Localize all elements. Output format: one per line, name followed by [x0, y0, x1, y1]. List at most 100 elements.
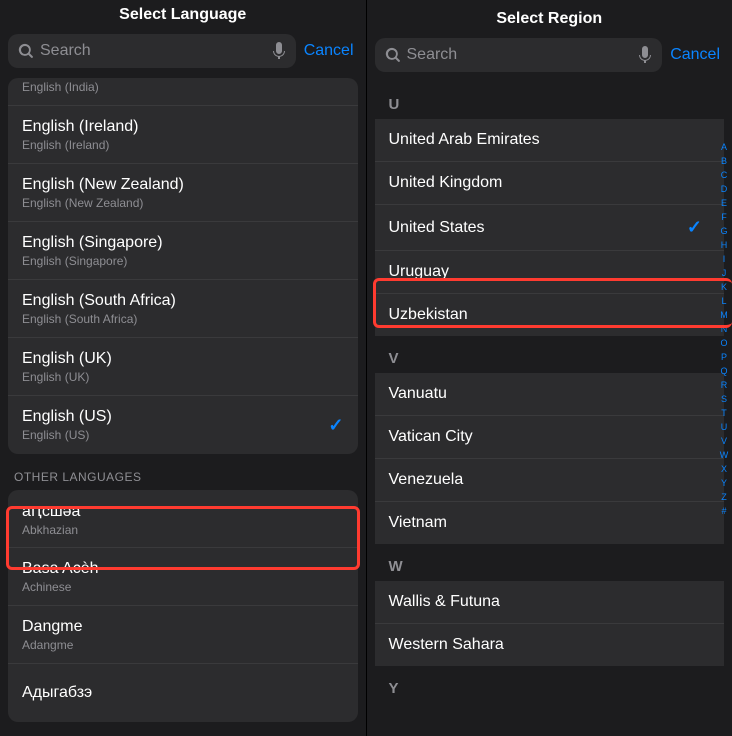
- index-letter[interactable]: U: [718, 420, 730, 434]
- language-header: Select Language: [0, 0, 366, 34]
- language-item-title: аԥсшәа: [22, 501, 344, 521]
- index-letter[interactable]: W: [718, 448, 730, 462]
- language-item[interactable]: English (India) English (India): [8, 78, 358, 106]
- index-letter[interactable]: Y: [718, 476, 730, 490]
- region-item-title: United States: [389, 219, 485, 237]
- region-list[interactable]: UUnited Arab EmiratesUnited KingdomUnite…: [367, 82, 732, 736]
- index-letter[interactable]: T: [718, 406, 730, 420]
- region-title: Select Region: [383, 10, 717, 28]
- region-group: United Arab Emirates United Kingdom United…: [375, 119, 725, 336]
- search-icon: [385, 47, 401, 63]
- region-item[interactable]: United States ✓: [375, 205, 725, 251]
- index-letter[interactable]: P: [718, 350, 730, 364]
- region-item[interactable]: Uruguay: [375, 251, 725, 294]
- region-item[interactable]: United Arab Emirates: [375, 119, 725, 162]
- other-language-item[interactable]: Dangme Adangme: [8, 606, 358, 664]
- region-item-title: Uruguay: [389, 263, 449, 281]
- index-letter[interactable]: J: [718, 266, 730, 280]
- language-item-subtitle: English (Singapore): [22, 254, 344, 268]
- language-item[interactable]: English (Singapore) English (Singapore): [8, 222, 358, 280]
- language-item[interactable]: English (Ireland) English (Ireland): [8, 106, 358, 164]
- mic-icon[interactable]: [272, 42, 286, 60]
- region-section-header: W: [375, 544, 725, 581]
- index-letter[interactable]: Q: [718, 364, 730, 378]
- language-search-input[interactable]: [40, 42, 266, 60]
- region-item-title: Vanuatu: [389, 385, 447, 403]
- region-group: Wallis & FutunaWestern Sahara: [375, 581, 725, 666]
- region-item-title: Uzbekistan: [389, 306, 468, 324]
- language-item[interactable]: English (UK) English (UK): [8, 338, 358, 396]
- language-item-subtitle: Achinese: [22, 580, 344, 594]
- language-item-title: English (UK): [22, 350, 344, 368]
- index-letter[interactable]: S: [718, 392, 730, 406]
- region-item[interactable]: United Kingdom: [375, 162, 725, 205]
- index-letter[interactable]: N: [718, 322, 730, 336]
- language-item-subtitle: Abkhazian: [22, 523, 344, 537]
- region-item[interactable]: Uzbekistan: [375, 294, 725, 336]
- language-item-title: Адыгабзэ: [22, 684, 344, 702]
- other-language-list-group: аԥсшәа Abkhazian Basa Acèh Achinese Dang…: [8, 490, 358, 722]
- language-item-text: Dangme Adangme: [22, 618, 344, 652]
- region-item[interactable]: Vanuatu: [375, 373, 725, 416]
- index-letter[interactable]: D: [718, 182, 730, 196]
- index-letter[interactable]: I: [718, 252, 730, 266]
- region-search-input[interactable]: [407, 46, 633, 64]
- region-item[interactable]: Vietnam: [375, 502, 725, 544]
- region-item-title: United Kingdom: [389, 174, 503, 192]
- language-item[interactable]: English (US) English (US) ✓: [8, 396, 358, 454]
- region-item[interactable]: Vatican City: [375, 416, 725, 459]
- other-language-item[interactable]: Адыгабзэ: [8, 664, 358, 722]
- language-item-title: English (Ireland): [22, 118, 344, 136]
- region-item[interactable]: Venezuela: [375, 459, 725, 502]
- language-item-title: Dangme: [22, 618, 344, 636]
- index-letter[interactable]: G: [718, 224, 730, 238]
- index-letter[interactable]: F: [718, 210, 730, 224]
- region-search-row: Cancel: [367, 38, 732, 82]
- index-letter[interactable]: C: [718, 168, 730, 182]
- region-item[interactable]: Western Sahara: [375, 624, 725, 666]
- region-search-box[interactable]: [375, 38, 663, 72]
- region-group: Vanuatu Vatican City Venezuela Vietnam: [375, 373, 725, 544]
- index-letter[interactable]: X: [718, 462, 730, 476]
- language-item-text: English (India) English (India): [22, 78, 344, 94]
- index-letter[interactable]: E: [718, 196, 730, 210]
- language-item-subtitle: Adangme: [22, 638, 344, 652]
- region-item-title: Vietnam: [389, 514, 447, 532]
- index-letter[interactable]: K: [718, 280, 730, 294]
- region-item[interactable]: Wallis & Futuna: [375, 581, 725, 624]
- language-cancel-button[interactable]: Cancel: [304, 42, 358, 60]
- other-language-item[interactable]: аԥсшәа Abkhazian: [8, 490, 358, 548]
- index-letter[interactable]: V: [718, 434, 730, 448]
- index-letter[interactable]: L: [718, 294, 730, 308]
- language-list[interactable]: English (India) English (India) English …: [0, 78, 366, 736]
- language-item[interactable]: English (South Africa) English (South Af…: [8, 280, 358, 338]
- language-item-text: Basa Acèh Achinese: [22, 560, 344, 594]
- language-search-row: Cancel: [0, 34, 366, 78]
- mic-icon[interactable]: [638, 46, 652, 64]
- index-letter[interactable]: #: [718, 504, 730, 518]
- language-item-text: English (US) English (US): [22, 408, 328, 442]
- language-title: Select Language: [16, 6, 350, 24]
- region-section-header: U: [375, 82, 725, 119]
- language-item-text: English (Singapore) English (Singapore): [22, 234, 344, 268]
- language-search-box[interactable]: [8, 34, 296, 68]
- region-section-header: V: [375, 336, 725, 373]
- checkmark-icon: ✓: [687, 217, 702, 238]
- alphabet-index[interactable]: ABCDEFGHIJKLMNOPQRSTUVWXYZ#: [718, 140, 730, 518]
- other-language-item[interactable]: Basa Acèh Achinese: [8, 548, 358, 606]
- index-letter[interactable]: Z: [718, 490, 730, 504]
- index-letter[interactable]: R: [718, 378, 730, 392]
- index-letter[interactable]: M: [718, 308, 730, 322]
- other-languages-header: OTHER LANGUAGES: [0, 454, 366, 490]
- index-letter[interactable]: H: [718, 238, 730, 252]
- region-item-title: United Arab Emirates: [389, 131, 540, 149]
- language-item-subtitle: English (South Africa): [22, 312, 344, 326]
- checkmark-icon: ✓: [328, 415, 343, 436]
- language-item[interactable]: English (New Zealand) English (New Zeala…: [8, 164, 358, 222]
- index-letter[interactable]: O: [718, 336, 730, 350]
- region-item-title: Vatican City: [389, 428, 473, 446]
- region-cancel-button[interactable]: Cancel: [670, 46, 724, 64]
- index-letter[interactable]: A: [718, 140, 730, 154]
- index-letter[interactable]: B: [718, 154, 730, 168]
- region-header: Select Region: [367, 0, 732, 38]
